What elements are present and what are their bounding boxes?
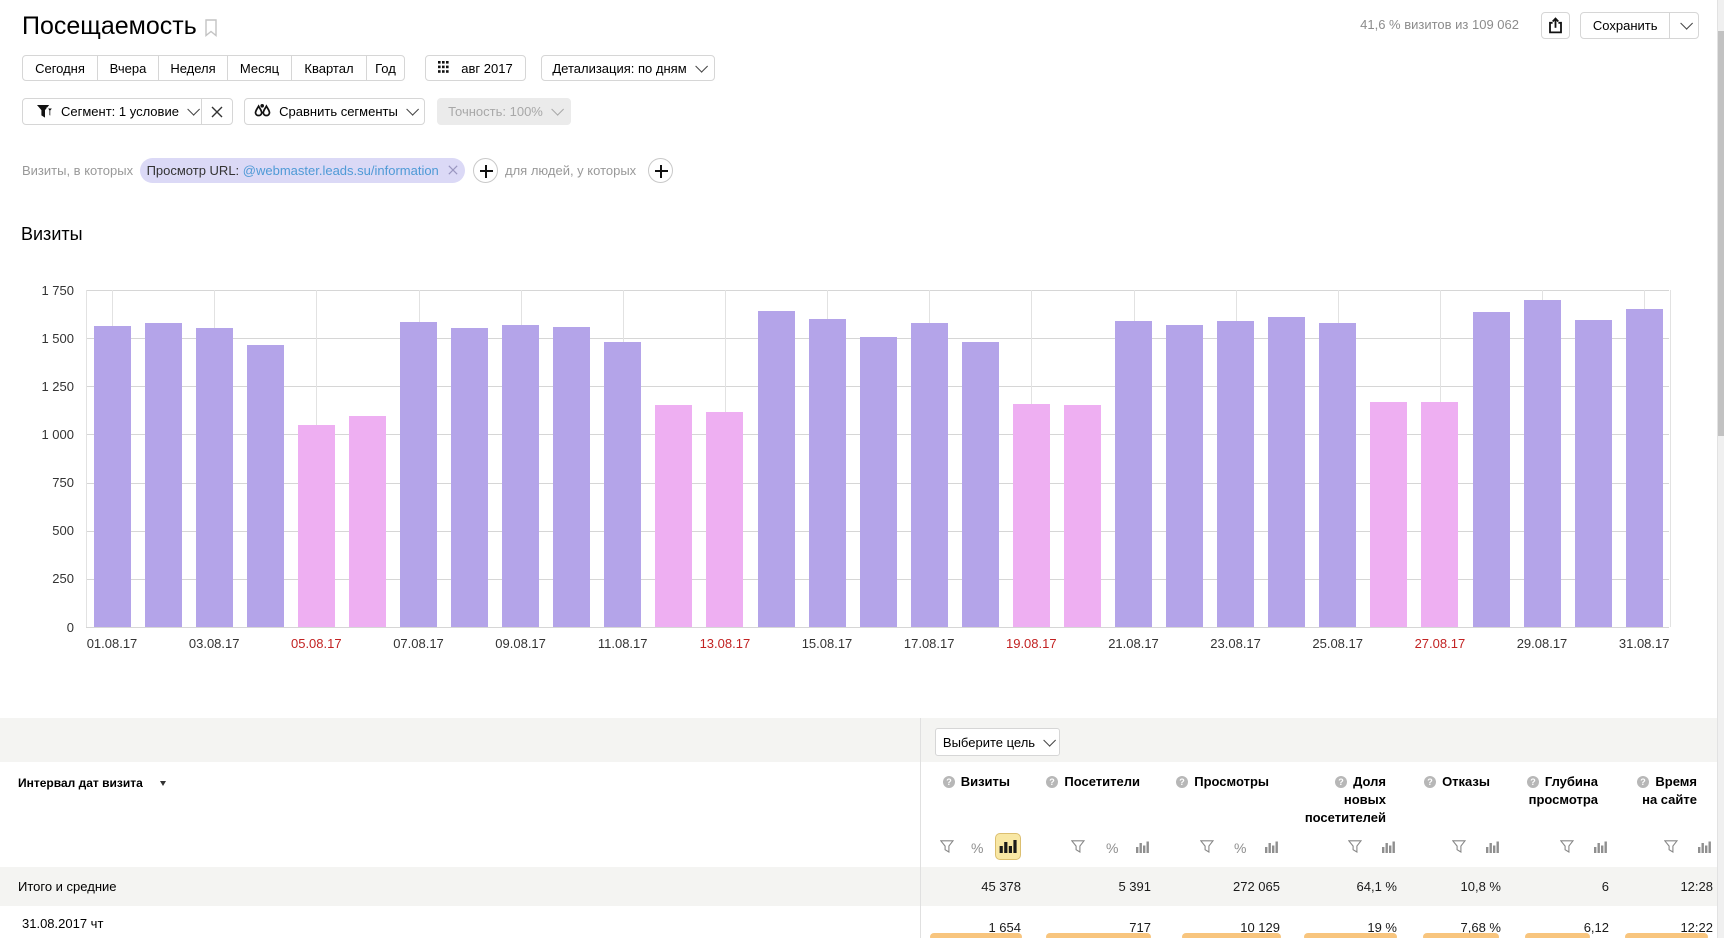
svg-text:?: ?: [1530, 777, 1536, 787]
svg-text:?: ?: [1050, 777, 1056, 787]
svg-text:?: ?: [1641, 777, 1647, 787]
svg-text:?: ?: [946, 777, 952, 787]
svg-text:?: ?: [1179, 777, 1185, 787]
svg-text:?: ?: [1427, 777, 1433, 787]
